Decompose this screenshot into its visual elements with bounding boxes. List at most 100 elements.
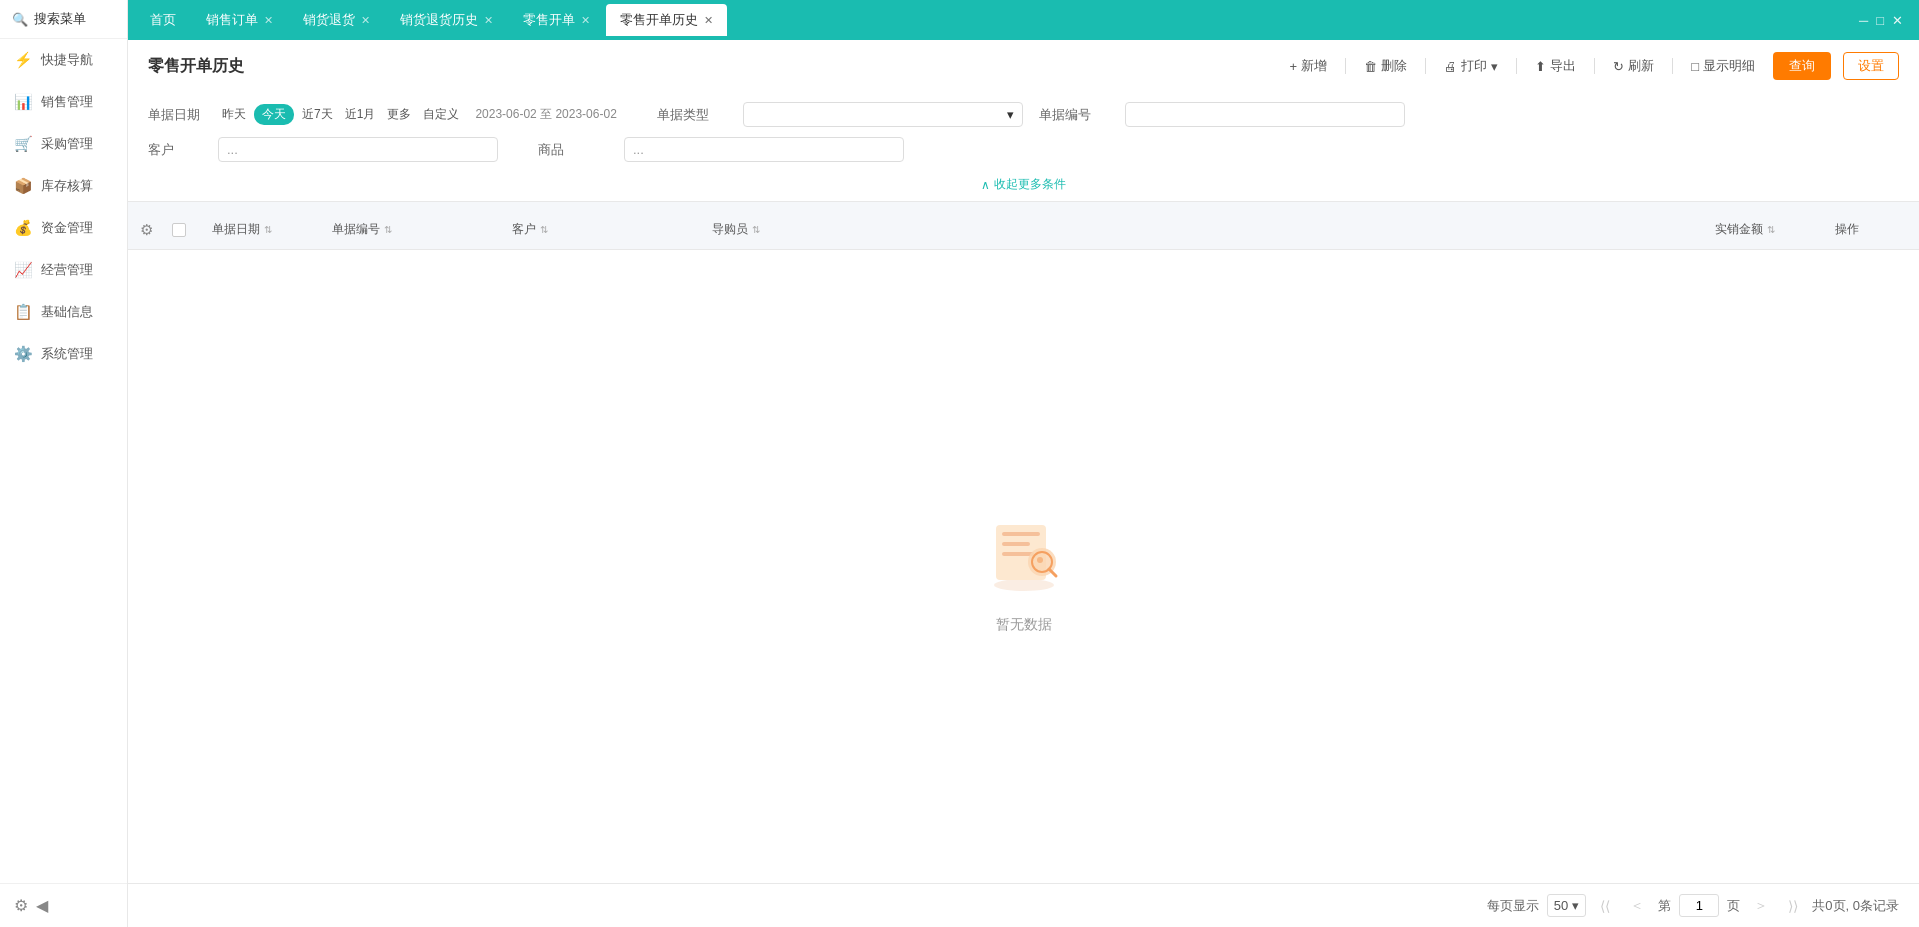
filter-collapse-btn[interactable]: ∧ 收起更多条件 <box>148 172 1899 201</box>
date-filter-label: 单据日期 <box>148 106 218 124</box>
customer-filter-select[interactable]: ... <box>218 137 498 162</box>
maximize-btn[interactable]: □ <box>1876 13 1884 28</box>
tab-sales-return[interactable]: 销货退货 ✕ <box>289 4 384 36</box>
th-num-label: 单据编号 <box>332 221 380 238</box>
tab-sales-order-close[interactable]: ✕ <box>264 14 273 27</box>
settings-button[interactable]: 设置 <box>1843 52 1899 80</box>
sidebar-item-quick-nav[interactable]: ⚡ 快捷导航 <box>0 39 127 81</box>
tab-home[interactable]: 首页 <box>136 4 190 36</box>
sidebar-item-finance[interactable]: 💰 资金管理 <box>0 207 127 249</box>
divider-5 <box>1672 58 1673 74</box>
close-btn[interactable]: ✕ <box>1892 13 1903 28</box>
date-shortcuts: 昨天 今天 近7天 近1月 更多 自定义 <box>218 104 463 125</box>
collapse-arrow: ∧ <box>981 178 990 192</box>
delete-button[interactable]: 🗑 删除 <box>1358 53 1413 79</box>
num-filter-input[interactable] <box>1125 102 1405 127</box>
date-range-text: 2023-06-02 至 2023-06-02 <box>475 106 616 123</box>
page-size-select[interactable]: 50 ▾ <box>1547 894 1586 917</box>
table-checkbox-all[interactable] <box>172 223 204 237</box>
page-last-btn[interactable]: ⟩⟩ <box>1782 896 1804 916</box>
date-shortcut-custom[interactable]: 自定义 <box>419 104 463 125</box>
checkbox-icon: □ <box>1691 59 1699 74</box>
inventory-icon: 📦 <box>14 177 33 195</box>
th-amount[interactable]: 实销金额 ⇅ <box>1707 221 1827 238</box>
basic-info-icon: 📋 <box>14 303 33 321</box>
goods-filter-label: 商品 <box>538 141 608 159</box>
sidebar: 🔍 搜索菜单 ⚡ 快捷导航 📊 销售管理 🛒 采购管理 📦 库存核算 💰 资金管… <box>0 0 128 927</box>
refresh-button[interactable]: ↻ 刷新 <box>1607 53 1660 79</box>
type-filter-label: 单据类型 <box>657 106 727 124</box>
type-filter-select[interactable]: ▾ <box>743 102 1023 127</box>
sidebar-item-operation[interactable]: 📈 经营管理 <box>0 249 127 291</box>
minimize-btn[interactable]: ─ <box>1859 13 1868 28</box>
date-shortcut-more[interactable]: 更多 <box>383 104 415 125</box>
sidebar-item-basic-info[interactable]: 📋 基础信息 <box>0 291 127 333</box>
divider-1 <box>1345 58 1346 74</box>
sidebar-item-purchase-mgmt[interactable]: 🛒 采购管理 <box>0 123 127 165</box>
sidebar-item-inventory[interactable]: 📦 库存核算 <box>0 165 127 207</box>
sidebar-bottom: ⚙ ◀ <box>0 883 127 927</box>
tab-retail-history-close[interactable]: ✕ <box>704 14 713 27</box>
tab-retail-history-label: 零售开单历史 <box>620 11 698 29</box>
tab-sales-order[interactable]: 销售订单 ✕ <box>192 4 287 36</box>
empty-state: 暂无数据 <box>128 250 1919 883</box>
page-next-btn[interactable]: ＞ <box>1748 895 1774 917</box>
page-title-row: 零售开单历史 + 新增 🗑 删除 🖨 打印 ▾ <box>148 52 1899 80</box>
add-icon: + <box>1290 59 1298 74</box>
date-shortcut-1month[interactable]: 近1月 <box>341 104 380 125</box>
num-filter-label: 单据编号 <box>1039 106 1109 124</box>
tab-sales-order-label: 销售订单 <box>206 11 258 29</box>
table-header: ⚙ 单据日期 ⇅ 单据编号 ⇅ 客户 ⇅ 导购员 ⇅ <box>128 210 1919 250</box>
select-all-checkbox[interactable] <box>172 223 186 237</box>
th-customer[interactable]: 客户 ⇅ <box>504 221 704 238</box>
display-cols-button[interactable]: □ 显示明细 <box>1685 53 1761 79</box>
export-button[interactable]: ⬆ 导出 <box>1529 53 1582 79</box>
divider-4 <box>1594 58 1595 74</box>
divider-3 <box>1516 58 1517 74</box>
settings-footer-btn[interactable]: ⚙ <box>14 896 28 915</box>
query-label: 查询 <box>1789 57 1815 75</box>
sidebar-item-label: 基础信息 <box>41 303 93 321</box>
date-shortcut-7days[interactable]: 近7天 <box>298 104 337 125</box>
tab-sales-return-label: 销货退货 <box>303 11 355 29</box>
tab-retail-open-close[interactable]: ✕ <box>581 14 590 27</box>
query-button[interactable]: 查询 <box>1773 52 1831 80</box>
print-button[interactable]: 🖨 打印 ▾ <box>1438 53 1504 79</box>
tab-retail-history[interactable]: 零售开单历史 ✕ <box>606 4 727 36</box>
th-guide[interactable]: 导购员 ⇅ <box>704 221 824 238</box>
sidebar-item-system-mgmt[interactable]: ⚙️ 系统管理 <box>0 333 127 375</box>
page-header: 零售开单历史 + 新增 🗑 删除 🖨 打印 ▾ <box>128 40 1919 202</box>
tab-sales-return-history-label: 销货退货历史 <box>400 11 478 29</box>
page-number-input[interactable] <box>1679 894 1719 917</box>
goods-filter-select[interactable]: ... <box>624 137 904 162</box>
tab-retail-open[interactable]: 零售开单 ✕ <box>509 4 604 36</box>
th-date-label: 单据日期 <box>212 221 260 238</box>
sidebar-item-label: 库存核算 <box>41 177 93 195</box>
system-icon: ⚙️ <box>14 345 33 363</box>
add-button[interactable]: + 新增 <box>1284 53 1334 79</box>
page-prev-btn[interactable]: ＜ <box>1624 895 1650 917</box>
page-size-label: 每页显示 <box>1487 897 1539 915</box>
sidebar-search[interactable]: 🔍 搜索菜单 <box>0 0 127 39</box>
th-date[interactable]: 单据日期 ⇅ <box>204 221 324 238</box>
tabbar: 首页 销售订单 ✕ 销货退货 ✕ 销货退货历史 ✕ 零售开单 ✕ 零售开单历史 … <box>128 0 1919 40</box>
page-first-btn[interactable]: ⟨⟨ <box>1594 896 1616 916</box>
sort-num-icon: ⇅ <box>384 224 392 235</box>
search-icon: 🔍 <box>12 12 28 27</box>
th-num[interactable]: 单据编号 ⇅ <box>324 221 504 238</box>
table-area: ⚙ 单据日期 ⇅ 单据编号 ⇅ 客户 ⇅ 导购员 ⇅ <box>128 210 1919 883</box>
tab-sales-return-history-close[interactable]: ✕ <box>484 14 493 27</box>
add-label: 新增 <box>1301 57 1327 75</box>
tab-sales-return-close[interactable]: ✕ <box>361 14 370 27</box>
th-customer-label: 客户 <box>512 221 536 238</box>
toolbar: + 新增 🗑 删除 🖨 打印 ▾ <box>1284 52 1899 80</box>
tab-sales-return-history[interactable]: 销货退货历史 ✕ <box>386 4 507 36</box>
date-shortcut-today[interactable]: 今天 <box>254 104 294 125</box>
delete-icon: 🗑 <box>1364 59 1377 74</box>
sidebar-item-sales-mgmt[interactable]: 📊 销售管理 <box>0 81 127 123</box>
type-select-arrow: ▾ <box>1007 107 1014 122</box>
sort-customer-icon: ⇅ <box>540 224 548 235</box>
collapse-sidebar-btn[interactable]: ◀ <box>36 896 48 915</box>
date-shortcut-yesterday[interactable]: 昨天 <box>218 104 250 125</box>
table-settings-icon[interactable]: ⚙ <box>140 221 172 239</box>
